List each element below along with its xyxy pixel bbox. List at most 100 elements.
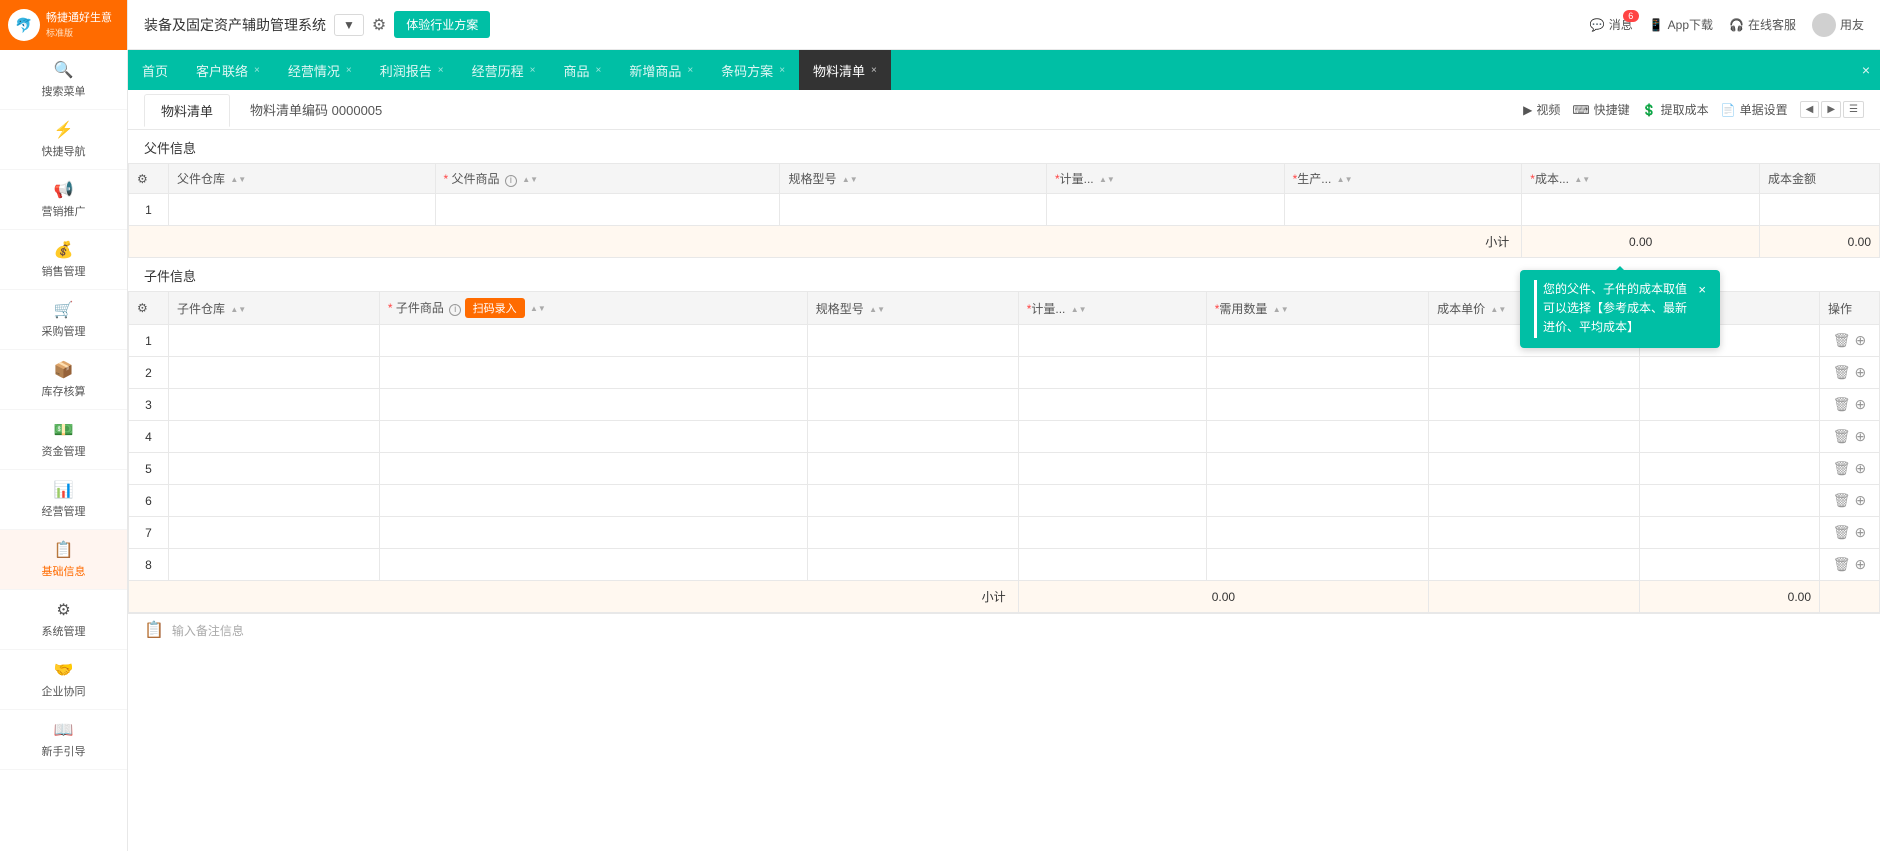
sidebar-item-search[interactable]: 🔍 搜索菜单	[0, 50, 127, 110]
sidebar-item-quicknav[interactable]: ⚡ 快捷导航	[0, 110, 127, 170]
system-select-button[interactable]: ▼	[334, 14, 364, 36]
tab-operations-close[interactable]: ×	[346, 65, 352, 76]
parent-col-product: * 父件商品 i ▲▼	[435, 164, 780, 194]
child-unit-1[interactable]	[1018, 325, 1206, 357]
trial-button[interactable]: 体验行业方案	[394, 11, 490, 38]
tab-goods[interactable]: 商品 ×	[549, 50, 615, 90]
tab-bom-close[interactable]: ×	[871, 65, 877, 76]
parent-production-cell[interactable]	[1284, 194, 1522, 226]
user-menu[interactable]: 用友	[1812, 13, 1864, 37]
child-product-2[interactable]	[379, 357, 807, 389]
parent-col-settings[interactable]: ⚙	[129, 164, 169, 194]
sidebar-item-label: 快捷导航	[42, 143, 86, 159]
parent-unit-cell[interactable]	[1046, 194, 1284, 226]
copy-row-2-button[interactable]: ⊕	[1855, 364, 1867, 381]
sidebar-item-operations[interactable]: 📊 经营管理	[0, 470, 127, 530]
delete-row-4-button[interactable]: 🗑	[1833, 428, 1851, 445]
tab-barcode-close[interactable]: ×	[779, 65, 785, 76]
child-spec-1[interactable]	[807, 325, 1018, 357]
sidebar-item-sales[interactable]: 💰 销售管理	[0, 230, 127, 290]
tab-new-goods[interactable]: 新增商品 ×	[615, 50, 707, 90]
delete-row-8-button[interactable]: 🗑	[1833, 556, 1851, 573]
child-table-row: 4 🗑⊕	[129, 421, 1880, 453]
next-tab-button[interactable]: ▶	[1821, 101, 1841, 118]
tab-bom[interactable]: 物料清单 ×	[799, 50, 891, 90]
video-action[interactable]: ▶ 视频	[1523, 101, 1560, 118]
note-placeholder[interactable]: 输入备注信息	[172, 622, 244, 639]
tab-nav-arrows: ◀ ▶ ☰	[1800, 101, 1864, 118]
tab-customer-close[interactable]: ×	[254, 65, 260, 76]
sub-tab-bom-list[interactable]: 物料清单	[144, 94, 230, 127]
child-col-product: * 子件商品 i 扫码录入 ▲▼	[379, 292, 807, 325]
tab-home[interactable]: 首页	[128, 50, 182, 90]
prev-tab-button[interactable]: ◀	[1800, 101, 1820, 118]
sidebar-item-system[interactable]: ⚙ 系统管理	[0, 590, 127, 650]
child-qty-1[interactable]	[1206, 325, 1428, 357]
tab-customer[interactable]: 客户联络 ×	[182, 50, 274, 90]
tab-profit-close[interactable]: ×	[438, 65, 444, 76]
child-spec-2[interactable]	[807, 357, 1018, 389]
sidebar-item-guide[interactable]: 📖 新手引导	[0, 710, 127, 770]
child-subtotal-amount: 0.00	[1640, 581, 1820, 613]
sidebar-item-inventory[interactable]: 📦 库存核算	[0, 350, 127, 410]
parent-warehouse-cell[interactable]	[169, 194, 436, 226]
sidebar-item-collab[interactable]: 🤝 企业协同	[0, 650, 127, 710]
parent-product-cell[interactable]	[435, 194, 780, 226]
copy-row-1-button[interactable]: ⊕	[1855, 332, 1867, 349]
copy-row-3-button[interactable]: ⊕	[1855, 396, 1867, 413]
single-settings-action[interactable]: 📄 单据设置	[1721, 101, 1788, 118]
child-table-row: 3 🗑⊕	[129, 389, 1880, 421]
child-warehouse-1[interactable]	[169, 325, 380, 357]
child-col-settings[interactable]: ⚙	[129, 292, 169, 325]
sidebar-item-finance[interactable]: 💵 资金管理	[0, 410, 127, 470]
delete-row-7-button[interactable]: 🗑	[1833, 524, 1851, 541]
tooltip-close-button[interactable]: ×	[1698, 280, 1706, 301]
topbar: 装备及固定资产辅助管理系统 ▼ ⚙ 体验行业方案 💬 消息 6 📱 App下载 …	[128, 0, 1880, 50]
child-ops-1: 🗑 ⊕	[1820, 325, 1880, 357]
sidebar-item-label: 新手引导	[42, 743, 86, 759]
settings-icon[interactable]: ⚙	[372, 15, 386, 35]
copy-row-7-button[interactable]: ⊕	[1855, 524, 1867, 541]
online-service-button[interactable]: 🎧 在线客服	[1729, 16, 1796, 33]
sidebar-item-basic-info[interactable]: 📋 基础信息	[0, 530, 127, 590]
delete-row-3-button[interactable]: 🗑	[1833, 396, 1851, 413]
sub-tab-bom-code[interactable]: 物料清单编码 0000005	[234, 94, 398, 125]
shortcut-action[interactable]: ⌨ 快捷键	[1572, 101, 1629, 118]
collab-icon: 🤝	[54, 660, 74, 680]
menu-tab-button[interactable]: ☰	[1843, 101, 1864, 118]
tab-profit[interactable]: 利润报告 ×	[366, 50, 458, 90]
delete-row-6-button[interactable]: 🗑	[1833, 492, 1851, 509]
child-product-1[interactable]	[379, 325, 807, 357]
tab-operations[interactable]: 经营情况 ×	[274, 50, 366, 90]
copy-row-8-button[interactable]: ⊕	[1855, 556, 1867, 573]
logo-icon: 🐬	[8, 9, 40, 41]
tab-goods-close[interactable]: ×	[595, 65, 601, 76]
tab-barcode[interactable]: 条码方案 ×	[707, 50, 799, 90]
copy-row-4-button[interactable]: ⊕	[1855, 428, 1867, 445]
message-button[interactable]: 💬 消息 6	[1590, 16, 1633, 33]
tab-history-close[interactable]: ×	[530, 65, 536, 76]
child-qty-2[interactable]	[1206, 357, 1428, 389]
delete-row-1-button[interactable]: 🗑	[1833, 332, 1851, 349]
parent-spec-cell[interactable]	[780, 194, 1047, 226]
delete-row-2-button[interactable]: 🗑	[1833, 364, 1851, 381]
sidebar-item-marketing[interactable]: 📢 营销推广	[0, 170, 127, 230]
close-all-tabs-button[interactable]: ×	[1852, 62, 1880, 78]
sidebar-item-purchase[interactable]: 🛒 采购管理	[0, 290, 127, 350]
quicknav-icon: ⚡	[54, 120, 74, 140]
child-unit-cost-2[interactable]	[1429, 357, 1640, 389]
parent-row-num: 1	[129, 194, 169, 226]
extract-cost-action[interactable]: 💲 提取成本	[1642, 101, 1709, 118]
delete-row-5-button[interactable]: 🗑	[1833, 460, 1851, 477]
tab-new-goods-close[interactable]: ×	[687, 65, 693, 76]
content-area: 物料清单 物料清单编码 0000005 ▶ 视频 ⌨ 快捷键 💲 提取成本	[128, 90, 1880, 851]
copy-row-5-button[interactable]: ⊕	[1855, 460, 1867, 477]
system-name: 装备及固定资产辅助管理系统	[144, 15, 326, 35]
child-unit-2[interactable]	[1018, 357, 1206, 389]
copy-row-6-button[interactable]: ⊕	[1855, 492, 1867, 509]
tab-history[interactable]: 经营历程 ×	[458, 50, 550, 90]
parent-cost-cell[interactable]	[1522, 194, 1760, 226]
child-warehouse-2[interactable]	[169, 357, 380, 389]
app-download-button[interactable]: 📱 App下载	[1649, 16, 1713, 33]
scan-input-button[interactable]: 扫码录入	[465, 298, 525, 318]
